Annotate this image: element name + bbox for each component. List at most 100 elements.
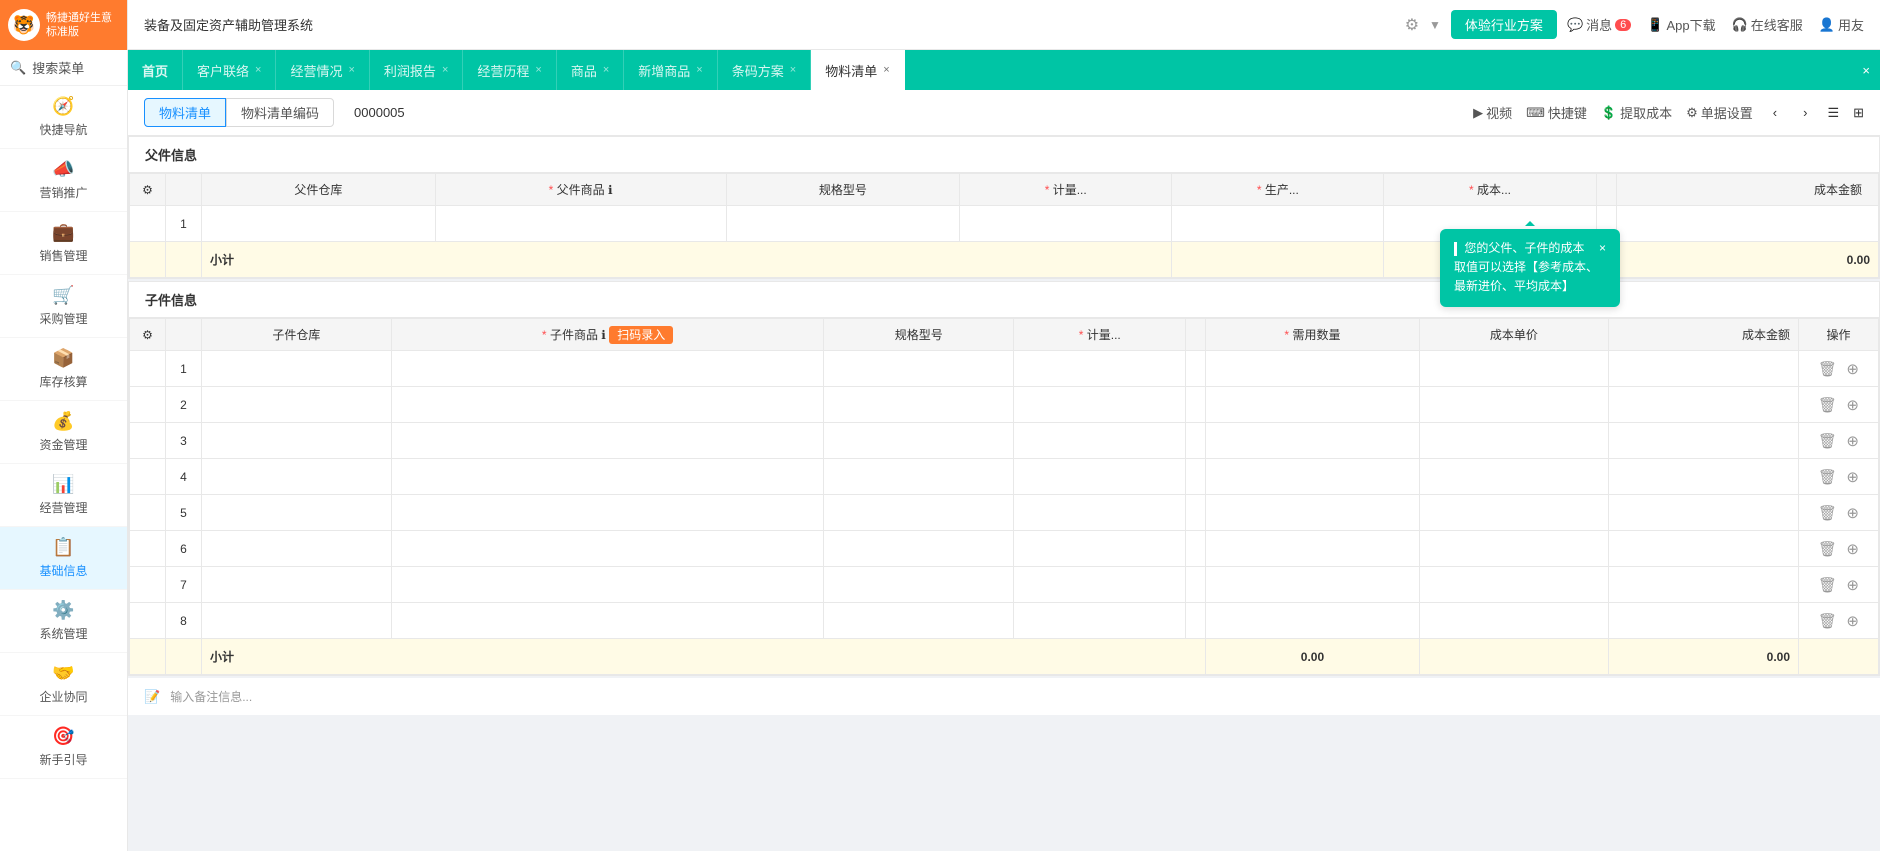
tab-history[interactable]: 经营历程 × bbox=[463, 50, 556, 90]
sidebar-item-purchase[interactable]: 🛒 采购管理 bbox=[0, 275, 127, 338]
nav-next[interactable]: › bbox=[1797, 105, 1813, 120]
scan-badge[interactable]: 扫码录入 bbox=[609, 326, 673, 344]
tab-new-product-close[interactable]: × bbox=[696, 64, 702, 76]
nav-prev[interactable]: ‹ bbox=[1767, 105, 1783, 120]
child-col-gear[interactable]: ⚙ bbox=[130, 319, 166, 351]
sidebar-item-marketing[interactable]: 📣 营销推广 bbox=[0, 149, 127, 212]
delete-row8-btn[interactable]: 🗑 bbox=[1818, 613, 1837, 630]
sidebar-item-quick-nav[interactable]: 🧭 快捷导航 bbox=[0, 86, 127, 149]
tab-new-product[interactable]: 新增商品 × bbox=[624, 50, 717, 90]
child-row1-unit[interactable] bbox=[1014, 351, 1186, 387]
single-settings-btn[interactable]: ⚙ 单据设置 bbox=[1686, 103, 1753, 122]
child-row1-warehouse[interactable] bbox=[202, 351, 392, 387]
delete-row1-btn[interactable]: 🗑 bbox=[1818, 361, 1837, 378]
sub-header: 物料清单 物料清单编码 0000005 ▶ 视频 ⌨ 快捷键 💲 提取成本 ⚙ … bbox=[128, 90, 1880, 136]
tab-products-close[interactable]: × bbox=[603, 64, 609, 76]
child-table-row: 1 🗑 ⊕ bbox=[130, 351, 1879, 387]
sidebar-item-enterprise[interactable]: 🤝 企业协同 bbox=[0, 653, 127, 716]
app-download-btn[interactable]: 📱 App下载 bbox=[1647, 15, 1715, 34]
tab-profit[interactable]: 利润报告 × bbox=[370, 50, 463, 90]
extract-cost-btn[interactable]: 💲 提取成本 bbox=[1601, 103, 1672, 122]
tab-customers[interactable]: 客户联络 × bbox=[183, 50, 276, 90]
parent-row-production[interactable] bbox=[1172, 206, 1384, 242]
child-subtotal-label: 小计 bbox=[202, 639, 1206, 675]
sidebar-item-system[interactable]: ⚙️ 系统管理 bbox=[0, 590, 127, 653]
tab-barcode[interactable]: 条码方案 × bbox=[718, 50, 811, 90]
shortcut-btn[interactable]: ⌨ 快捷键 bbox=[1526, 103, 1587, 122]
tab-close-all[interactable]: × bbox=[1852, 63, 1880, 78]
copy-row3-btn[interactable]: ⊕ bbox=[1846, 433, 1859, 450]
delete-row2-btn[interactable]: 🗑 bbox=[1818, 397, 1837, 414]
child-row1-sort bbox=[1186, 351, 1206, 387]
user-icon: 👤 bbox=[1819, 17, 1835, 33]
tab-operations[interactable]: 经营情况 × bbox=[276, 50, 369, 90]
sidebar-item-sales[interactable]: 💼 销售管理 bbox=[0, 212, 127, 275]
child-row1-ops: 🗑 ⊕ bbox=[1799, 351, 1879, 387]
tab-customers-close[interactable]: × bbox=[255, 64, 261, 76]
tab-profit-close[interactable]: × bbox=[442, 64, 448, 76]
grid-view-btn[interactable]: ⊞ bbox=[1853, 105, 1864, 121]
sidebar-item-newbie[interactable]: 🎯 新手引导 bbox=[0, 716, 127, 779]
copy-row1-btn[interactable]: ⊕ bbox=[1846, 361, 1859, 378]
topbar-actions: 💬 消息 6 📱 App下载 🎧 在线客服 👤 用友 bbox=[1567, 15, 1864, 34]
sidebar-search[interactable]: 🔍 搜索菜单 bbox=[0, 50, 127, 86]
video-btn[interactable]: ▶ 视频 bbox=[1473, 103, 1512, 122]
tooltip-close-btn[interactable]: × bbox=[1599, 239, 1606, 258]
tab-history-close[interactable]: × bbox=[535, 64, 541, 76]
inventory-icon: 📦 bbox=[52, 348, 74, 369]
child-subtotal-row: 小计 0.00 0.00 bbox=[130, 639, 1879, 675]
copy-row4-btn[interactable]: ⊕ bbox=[1846, 469, 1859, 486]
child-col-warehouse: 子件仓库 bbox=[202, 319, 392, 351]
doc-code: 0000005 bbox=[354, 105, 405, 120]
tab-operations-close[interactable]: × bbox=[348, 64, 354, 76]
parent-col-cost: * 成本... bbox=[1384, 174, 1596, 206]
parent-row-cost-amount bbox=[1616, 206, 1878, 242]
parent-row-unit[interactable] bbox=[960, 206, 1172, 242]
parent-row-num: 1 bbox=[166, 206, 202, 242]
tab-bom-close[interactable]: × bbox=[883, 64, 889, 76]
child-row1-spec[interactable] bbox=[824, 351, 1014, 387]
footer-icon: 📝 bbox=[144, 689, 160, 705]
sidebar-item-basic-info[interactable]: 📋 基础信息 bbox=[0, 527, 127, 590]
message-btn[interactable]: 💬 消息 6 bbox=[1567, 15, 1631, 34]
delete-row6-btn[interactable]: 🗑 bbox=[1818, 541, 1837, 558]
tab-barcode-close[interactable]: × bbox=[790, 64, 796, 76]
copy-row2-btn[interactable]: ⊕ bbox=[1846, 397, 1859, 414]
tab-home[interactable]: 首页 bbox=[128, 50, 183, 90]
sub-tab-bom-code[interactable]: 物料清单编码 bbox=[226, 98, 334, 127]
delete-row3-btn[interactable]: 🗑 bbox=[1818, 433, 1837, 450]
topbar: 装备及固定资产辅助管理系统 ⚙ ▼ 体验行业方案 💬 消息 6 📱 App下载 … bbox=[128, 0, 1880, 50]
dropdown-icon[interactable]: ▼ bbox=[1429, 18, 1441, 32]
sidebar-item-finance[interactable]: 💰 资金管理 bbox=[0, 401, 127, 464]
tab-products[interactable]: 商品 × bbox=[557, 50, 624, 90]
parent-col-gear[interactable]: ⚙ bbox=[130, 174, 166, 206]
phone-icon: 📱 bbox=[1647, 17, 1663, 33]
child-table-row: 5 🗑 ⊕ bbox=[130, 495, 1879, 531]
sidebar-item-operations[interactable]: 📊 经营管理 bbox=[0, 464, 127, 527]
copy-row6-btn[interactable]: ⊕ bbox=[1846, 541, 1859, 558]
parent-row-warehouse[interactable] bbox=[202, 206, 436, 242]
parent-row-spec[interactable] bbox=[726, 206, 960, 242]
message-badge: 6 bbox=[1615, 19, 1631, 31]
parent-row-product[interactable] bbox=[435, 206, 726, 242]
settings-icon[interactable]: ⚙ bbox=[1405, 15, 1419, 35]
sub-tab-bom-list[interactable]: 物料清单 bbox=[144, 98, 226, 127]
extract-cost-icon: 💲 bbox=[1601, 105, 1617, 121]
delete-row4-btn[interactable]: 🗑 bbox=[1818, 469, 1837, 486]
delete-row7-btn[interactable]: 🗑 bbox=[1818, 577, 1837, 594]
sidebar-item-inventory[interactable]: 📦 库存核算 bbox=[0, 338, 127, 401]
experience-btn[interactable]: 体验行业方案 bbox=[1451, 10, 1557, 39]
parent-subtotal-unit-empty bbox=[1172, 242, 1384, 278]
user-btn[interactable]: 👤 用友 bbox=[1819, 15, 1864, 34]
sales-icon: 💼 bbox=[52, 222, 74, 243]
copy-row8-btn[interactable]: ⊕ bbox=[1846, 613, 1859, 630]
tab-bom[interactable]: 物料清单 × bbox=[811, 50, 904, 90]
child-row1-quantity[interactable] bbox=[1206, 351, 1419, 387]
online-service-btn[interactable]: 🎧 在线客服 bbox=[1732, 15, 1803, 34]
child-row1-unit-cost[interactable] bbox=[1419, 351, 1609, 387]
copy-row5-btn[interactable]: ⊕ bbox=[1846, 505, 1859, 522]
list-view-btn[interactable]: ☰ bbox=[1827, 105, 1839, 121]
copy-row7-btn[interactable]: ⊕ bbox=[1846, 577, 1859, 594]
delete-row5-btn[interactable]: 🗑 bbox=[1818, 505, 1837, 522]
child-row1-product[interactable] bbox=[391, 351, 824, 387]
